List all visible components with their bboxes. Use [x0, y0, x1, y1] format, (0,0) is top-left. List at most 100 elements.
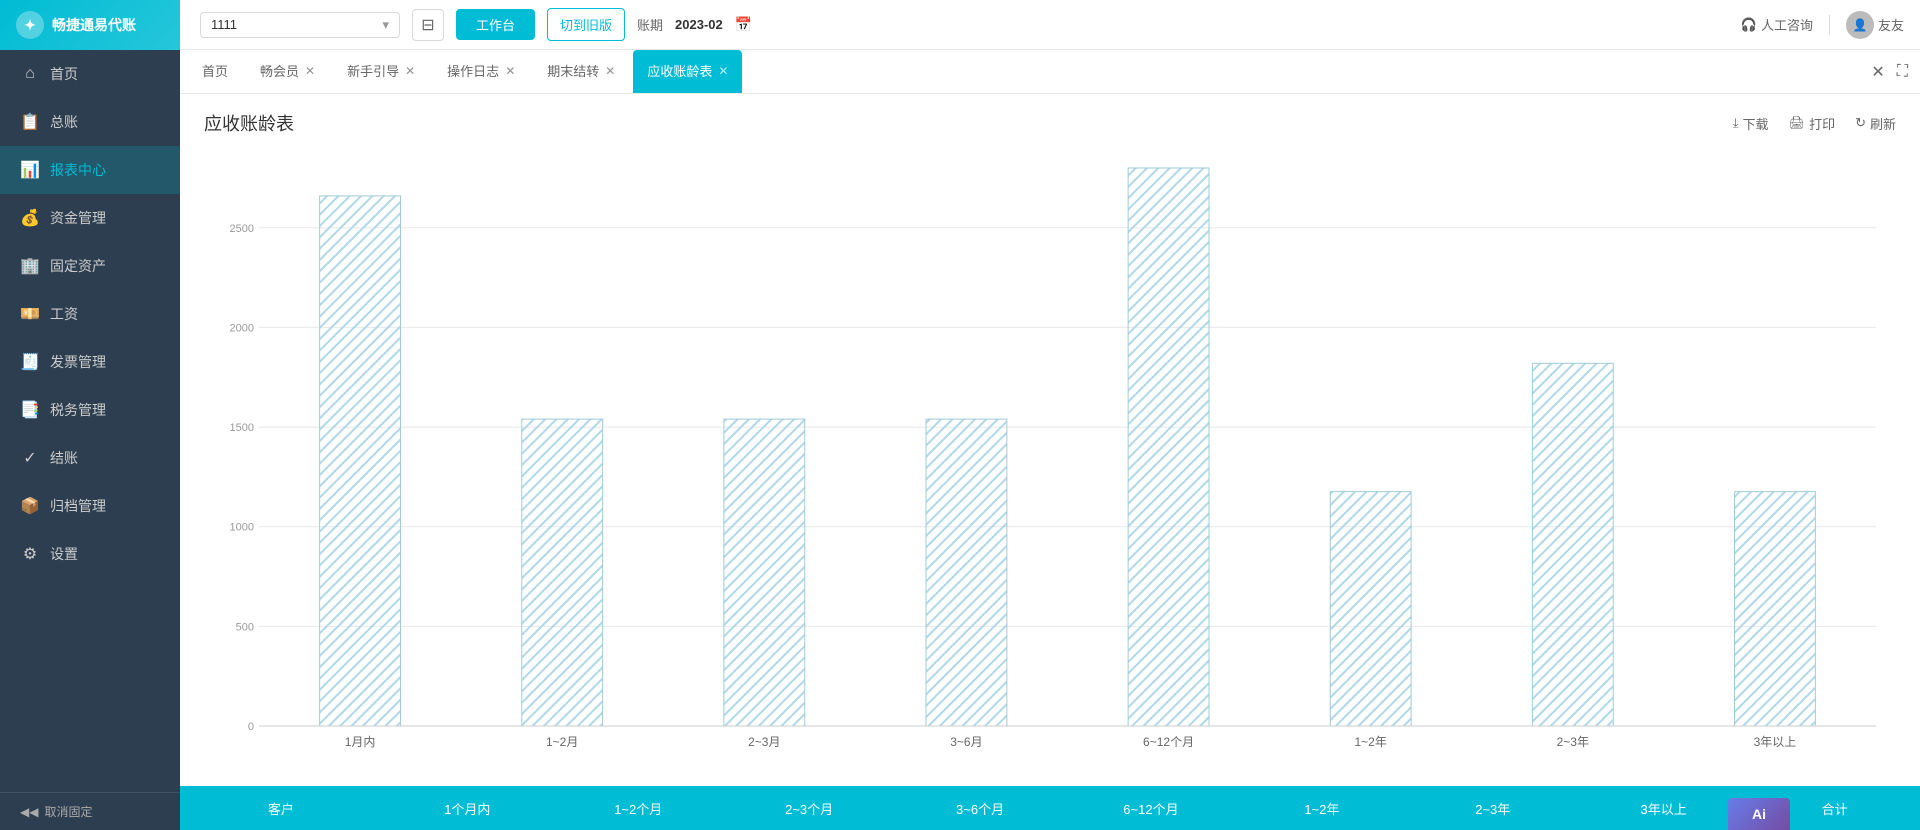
- table-header: 客户1个月内1~2个月2~3个月3~6个月6~12个月1~2年2~3年3年以上合…: [180, 786, 1920, 830]
- x-label-6: 2~3年: [1557, 735, 1589, 749]
- table-header-col-2: 1~2个月: [553, 799, 724, 818]
- sidebar-label-funds: 资金管理: [50, 208, 106, 228]
- tab-close-guide[interactable]: ✕: [405, 64, 415, 78]
- tab-oplog[interactable]: 操作日志 ✕: [433, 50, 529, 93]
- sidebar-label-invoice: 发票管理: [50, 352, 106, 372]
- logo-icon: ✦: [16, 11, 44, 39]
- x-label-0: 1月内: [345, 735, 376, 749]
- tab-label-period_end: 期末结转: [547, 61, 599, 80]
- logo-area: ✦ 畅捷通易代账: [0, 0, 180, 50]
- tab-close-oplog[interactable]: ✕: [505, 64, 515, 78]
- download-icon: ⤓: [1733, 115, 1739, 131]
- tab-aging[interactable]: 应收账龄表✕: [633, 50, 742, 93]
- sidebar-label-home: 首页: [50, 64, 78, 84]
- close-tab-button[interactable]: ✕: [1867, 58, 1888, 86]
- sidebar-item-checkout[interactable]: ✓ 结账: [0, 434, 180, 482]
- sidebar-icon-home: ⌂: [20, 65, 40, 83]
- svg-text:1500: 1500: [230, 422, 254, 434]
- sidebar-item-settings[interactable]: ⚙ 设置: [0, 530, 180, 578]
- sidebar-label-tax: 税务管理: [50, 400, 106, 420]
- page-actions: ⤓ 下载 🖨 打印 ↻ 刷新: [1733, 114, 1896, 133]
- user-area[interactable]: 👤 友友: [1846, 11, 1904, 39]
- support-label: 人工咨询: [1761, 15, 1813, 34]
- tab-period_end[interactable]: 期末结转 ✕: [533, 50, 629, 93]
- page-content: 应收账龄表 ⤓ 下载 🖨 打印 ↻ 刷新: [180, 94, 1920, 830]
- tab-close-aging[interactable]: ✕: [718, 64, 728, 78]
- sidebar-item-tax[interactable]: 📑 税务管理: [0, 386, 180, 434]
- period-value: 2023-02: [675, 17, 723, 32]
- table-header-col-1: 1个月内: [382, 799, 553, 818]
- sidebar-label-ledger: 总账: [50, 112, 78, 132]
- sidebar-item-archive[interactable]: 📦 归档管理: [0, 482, 180, 530]
- tab-label-member: 畅会员: [260, 61, 299, 80]
- chart-container: 050010001500200025001月内1~2月2~3月3~6月6~12个…: [180, 148, 1920, 786]
- table-header-col-3: 2~3个月: [724, 799, 895, 818]
- bar-3: [926, 419, 1007, 726]
- sidebar-label-settings: 设置: [50, 544, 78, 564]
- sidebar-item-ledger[interactable]: 📋 总账: [0, 98, 180, 146]
- table-header-col-0: 客户: [180, 799, 382, 818]
- sidebar-label-checkout: 结账: [50, 448, 78, 468]
- tab-label-guide: 新手引导: [347, 61, 399, 80]
- calendar-icon[interactable]: 📅: [735, 16, 752, 33]
- refresh-icon: ↻: [1855, 115, 1866, 131]
- sidebar-item-invoice[interactable]: 🧾 发票管理: [0, 338, 180, 386]
- avatar: 👤: [1846, 11, 1874, 39]
- bar-6: [1532, 363, 1613, 726]
- expand-tab-button[interactable]: ⛶: [1893, 59, 1912, 85]
- sidebar-item-home[interactable]: ⌂ 首页: [0, 50, 180, 98]
- page-header: 应收账龄表 ⤓ 下载 🖨 打印 ↻ 刷新: [180, 94, 1920, 148]
- refresh-button[interactable]: ↻ 刷新: [1855, 114, 1896, 133]
- sidebar-icon-tax: 📑: [20, 400, 40, 420]
- tab-label-home: 首页: [202, 61, 228, 80]
- svg-text:2500: 2500: [230, 223, 254, 235]
- print-icon: 🖨: [1789, 115, 1806, 131]
- svg-text:0: 0: [248, 721, 254, 733]
- svg-text:500: 500: [236, 621, 254, 633]
- sidebar-icon-ledger: 📋: [20, 112, 40, 132]
- bar-2: [724, 419, 805, 726]
- header-divider: [1829, 15, 1830, 35]
- sidebar: ⌂ 首页 📋 总账 📊 报表中心 💰 资金管理 🏢 固定资产 💴 工资 🧾 发票…: [0, 50, 180, 830]
- sidebar-label-reports: 报表中心: [50, 160, 106, 180]
- sidebar-label-assets: 固定资产: [50, 256, 106, 276]
- x-label-2: 2~3月: [748, 735, 780, 749]
- cancel-fixed-label: 取消固定: [44, 803, 92, 820]
- tab-close-member[interactable]: ✕: [305, 64, 315, 78]
- table-header-col-7: 2~3年: [1407, 799, 1578, 818]
- sidebar-icon-funds: 💰: [20, 208, 40, 228]
- sidebar-item-funds[interactable]: 💰 资金管理: [0, 194, 180, 242]
- company-selector[interactable]: 1111 ▾: [200, 12, 400, 38]
- sidebar-label-salary: 工资: [50, 304, 78, 324]
- tab-close-period_end[interactable]: ✕: [605, 64, 615, 78]
- headset-icon: 🎧: [1741, 17, 1757, 33]
- bar-0: [320, 196, 401, 726]
- sidebar-label-archive: 归档管理: [50, 496, 106, 516]
- x-label-3: 3~6月: [950, 735, 982, 749]
- table-header-col-5: 6~12个月: [1066, 799, 1237, 818]
- x-label-5: 1~2年: [1355, 735, 1387, 749]
- archive-icon-button[interactable]: ⊟: [412, 9, 444, 41]
- tab-home[interactable]: 首页: [188, 50, 242, 93]
- bar-7: [1735, 492, 1816, 726]
- switch-old-button[interactable]: 切到旧版: [547, 8, 625, 41]
- tab-label-oplog: 操作日志: [447, 61, 499, 80]
- ai-badge[interactable]: Ai: [1728, 798, 1790, 830]
- table-header-col-4: 3~6个月: [895, 799, 1066, 818]
- download-button[interactable]: ⤓ 下载: [1733, 114, 1769, 133]
- pin-icon: ◀◀: [20, 805, 38, 819]
- period-label: 账期: [637, 15, 663, 34]
- cancel-fixed-button[interactable]: ◀◀ 取消固定: [0, 793, 180, 830]
- print-button[interactable]: 🖨 打印: [1789, 114, 1836, 133]
- support-button[interactable]: 🎧 人工咨询: [1741, 15, 1813, 34]
- tab-member[interactable]: 畅会员 ✕: [246, 50, 329, 93]
- svg-text:1000: 1000: [230, 522, 254, 534]
- sidebar-item-assets[interactable]: 🏢 固定资产: [0, 242, 180, 290]
- workbench-button[interactable]: 工作台: [456, 9, 535, 40]
- tab-guide[interactable]: 新手引导 ✕: [333, 50, 429, 93]
- sidebar-item-salary[interactable]: 💴 工资: [0, 290, 180, 338]
- sidebar-icon-settings: ⚙: [20, 544, 40, 564]
- sidebar-icon-reports: 📊: [20, 160, 40, 180]
- sidebar-item-reports[interactable]: 📊 报表中心: [0, 146, 180, 194]
- table-header-col-8: 3年以上: [1578, 799, 1749, 818]
